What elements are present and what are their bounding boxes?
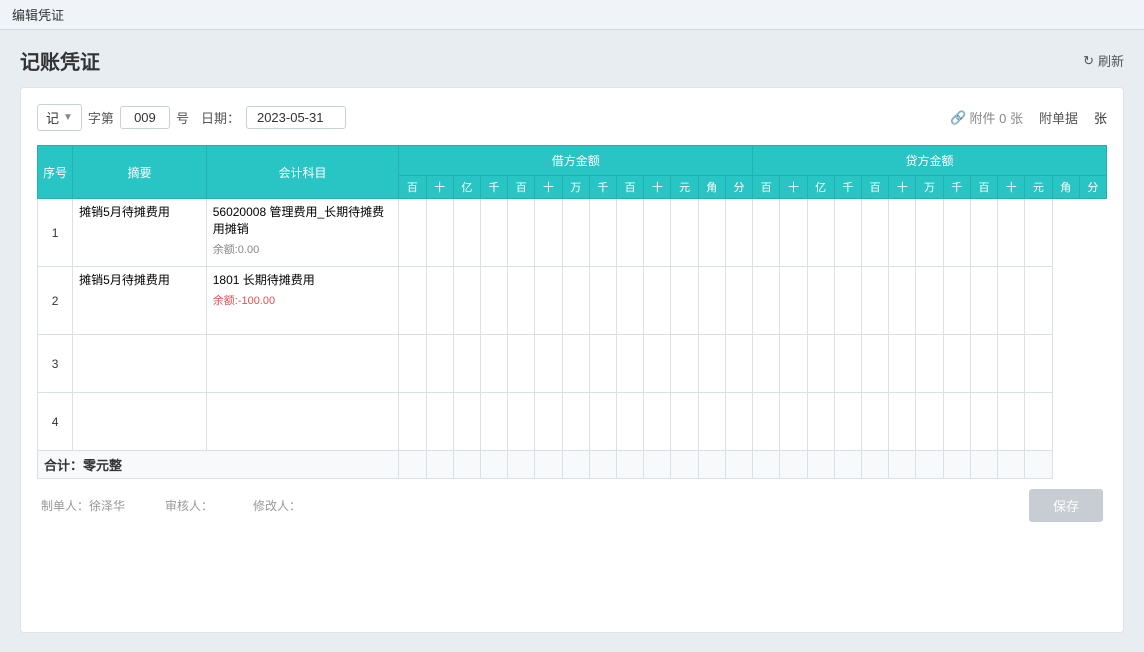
row2-account[interactable]: 1801 长期待摊费用 余额:-100.00 <box>206 267 399 335</box>
table-row: 1 摊销5月待摊费用 56020008 管理费用_长期待摊费用摊销 余额:0.0… <box>38 199 1107 267</box>
content-card: 记 ▼ 字第 009 号 日期： 2023-05-31 🔗 附件 0 张 附单据… <box>20 87 1124 633</box>
sub-h-3: 亿 <box>453 176 480 199</box>
table-header-row-1: 序号 摘要 会计科目 借方金额 贷方金额 <box>38 146 1107 176</box>
sub-h-18: 百 <box>862 176 889 199</box>
voucher-type-value: 记 <box>46 108 59 127</box>
hao-label: 号 <box>176 108 189 127</box>
sub-h-5: 百 <box>508 176 535 199</box>
attachment-label: 附件 0 张 <box>970 108 1023 127</box>
row2-seq: 2 <box>38 267 73 335</box>
refresh-label: 刷新 <box>1098 51 1124 70</box>
row1-account[interactable]: 56020008 管理费用_长期待摊费用摊销 余额:0.00 <box>206 199 399 267</box>
sub-h-11: 元 <box>671 176 698 199</box>
table-row: 4 <box>38 393 1107 451</box>
attachment-link[interactable]: 🔗 附件 0 张 <box>950 108 1023 127</box>
sub-h-23: 十 <box>998 176 1025 199</box>
sub-h-4: 千 <box>480 176 507 199</box>
row1-summary[interactable]: 摊销5月待摊费用 <box>73 199 207 267</box>
zhang-label: 张 <box>1094 108 1107 127</box>
sub-h-19: 十 <box>889 176 916 199</box>
voucher-type-button[interactable]: 记 ▼ <box>37 104 82 131</box>
sub-h-22: 百 <box>970 176 997 199</box>
chevron-down-icon: ▼ <box>63 112 73 123</box>
sub-h-6: 十 <box>535 176 562 199</box>
row3-account[interactable] <box>206 335 399 393</box>
voucher-number-field[interactable]: 009 <box>120 106 170 129</box>
row2-balance: 余额:-100.00 <box>213 292 393 308</box>
save-button[interactable]: 保存 <box>1029 489 1103 522</box>
sub-h-20: 万 <box>916 176 943 199</box>
voucher-type-group: 记 ▼ 字第 009 号 <box>37 104 189 131</box>
maker-label: 制单人：徐泽华 <box>41 497 125 514</box>
refresh-button[interactable]: ↻ 刷新 <box>1083 51 1124 70</box>
form-row: 记 ▼ 字第 009 号 日期： 2023-05-31 🔗 附件 0 张 附单据… <box>37 104 1107 131</box>
date-field[interactable]: 2023-05-31 <box>246 106 346 129</box>
page-title: 记账凭证 <box>20 46 100 75</box>
col-summary-header: 摘要 <box>73 146 207 199</box>
row3-seq: 3 <box>38 335 73 393</box>
sub-h-21: 千 <box>943 176 970 199</box>
sub-h-7: 万 <box>562 176 589 199</box>
row1-balance: 余额:0.00 <box>213 241 393 257</box>
attachment-icon: 🔗 <box>950 110 966 126</box>
main-container: 记账凭证 ↻ 刷新 记 ▼ 字第 009 号 日期： 2023-05-31 <box>0 30 1144 652</box>
voucher-table: 序号 摘要 会计科目 借方金额 贷方金额 百 十 亿 千 百 十 万 <box>37 145 1107 479</box>
col-seq-header: 序号 <box>38 146 73 199</box>
sub-h-9: 百 <box>617 176 644 199</box>
title-bar-label: 编辑凭证 <box>12 5 64 24</box>
row4-account[interactable] <box>206 393 399 451</box>
row2-summary[interactable]: 摊销5月待摊费用 <box>73 267 207 335</box>
row3-summary[interactable] <box>73 335 207 393</box>
zi-label: 字第 <box>88 108 114 127</box>
page-header: 记账凭证 ↻ 刷新 <box>20 46 1124 75</box>
sub-h-2: 十 <box>426 176 453 199</box>
fu-dan-ju-label: 附单据 <box>1039 108 1078 127</box>
sub-h-14: 百 <box>753 176 780 199</box>
col-account-header: 会计科目 <box>206 146 399 199</box>
sub-h-25: 角 <box>1052 176 1079 199</box>
footer-row: 制单人：徐泽华 审核人： 修改人： 保存 <box>37 479 1107 522</box>
table-row: 3 <box>38 335 1107 393</box>
row1-seq: 1 <box>38 199 73 267</box>
sub-h-13: 分 <box>725 176 752 199</box>
title-bar: 编辑凭证 <box>0 0 1144 30</box>
summary-row: 合计：零元整 <box>38 451 1107 479</box>
reviewer-label: 审核人： <box>165 497 213 514</box>
sub-h-24: 元 <box>1025 176 1052 199</box>
date-group: 日期： 2023-05-31 <box>201 106 346 129</box>
refresh-icon: ↻ <box>1083 53 1094 69</box>
sub-h-1: 百 <box>399 176 426 199</box>
col-debit-header: 借方金额 <box>399 146 753 176</box>
modifier-label: 修改人： <box>253 497 301 514</box>
sub-h-8: 千 <box>589 176 616 199</box>
summary-text: 合计：零元整 <box>38 451 399 479</box>
row4-seq: 4 <box>38 393 73 451</box>
date-label: 日期： <box>201 108 240 127</box>
sub-h-10: 十 <box>644 176 671 199</box>
table-wrapper: 序号 摘要 会计科目 借方金额 贷方金额 百 十 亿 千 百 十 万 <box>37 145 1107 479</box>
row4-summary[interactable] <box>73 393 207 451</box>
sub-h-26: 分 <box>1079 176 1106 199</box>
table-row: 2 摊销5月待摊费用 1801 长期待摊费用 余额:-100.00 <box>38 267 1107 335</box>
sub-h-12: 角 <box>698 176 725 199</box>
attachment-area: 🔗 附件 0 张 附单据 张 <box>950 108 1107 127</box>
sub-h-15: 十 <box>780 176 807 199</box>
col-credit-header: 贷方金额 <box>753 146 1107 176</box>
sub-h-16: 亿 <box>807 176 834 199</box>
sub-h-17: 千 <box>834 176 861 199</box>
